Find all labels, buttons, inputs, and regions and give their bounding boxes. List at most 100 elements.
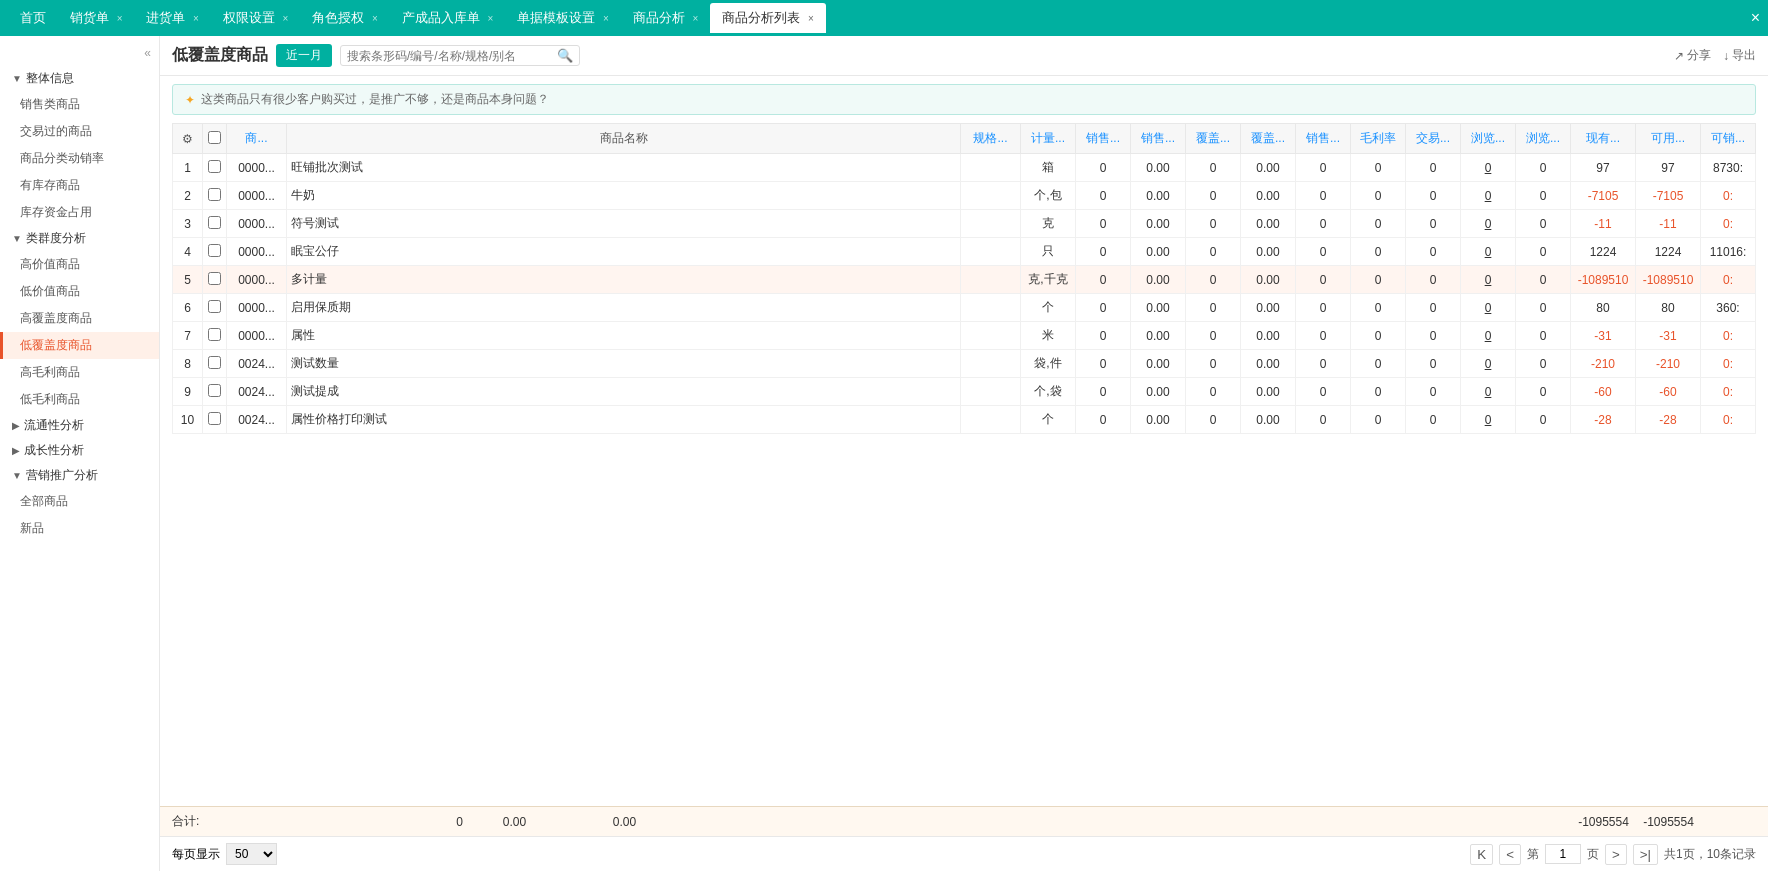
col-sales-qty[interactable]: 销售... [1076, 124, 1131, 154]
sidebar-collapse-btn[interactable]: « [0, 44, 159, 66]
row-checkbox[interactable] [203, 182, 227, 210]
sidebar-item-high-margin[interactable]: 高毛利商品 [0, 359, 159, 386]
col-settings[interactable]: ⚙ [173, 124, 203, 154]
sidebar-item-all-goods[interactable]: 全部商品 [0, 488, 159, 515]
nav-tab-product-in[interactable]: 产成品入库单 × [390, 3, 505, 33]
col-cov1[interactable]: 覆盖... [1186, 124, 1241, 154]
sidebar-section-marketing[interactable]: ▼ 营销推广分析 [0, 463, 159, 488]
nav-tab-sales[interactable]: 销货单 × [58, 3, 134, 33]
row-select-checkbox[interactable] [208, 216, 221, 229]
row-select-checkbox[interactable] [208, 300, 221, 313]
row-select-checkbox[interactable] [208, 160, 221, 173]
share-button[interactable]: ↗ 分享 [1674, 47, 1711, 64]
search-input[interactable] [347, 49, 557, 63]
row-browse1[interactable]: 0 [1461, 266, 1516, 294]
per-page-area: 每页显示 20 50 100 200 [172, 843, 277, 865]
row-browse1[interactable]: 0 [1461, 294, 1516, 322]
prev-page-button[interactable]: < [1499, 844, 1521, 865]
nav-tab-home[interactable]: 首页 [8, 3, 58, 33]
close-template-tab[interactable]: × [603, 13, 609, 24]
row-browse1[interactable]: 0 [1461, 378, 1516, 406]
row-select-checkbox[interactable] [208, 188, 221, 201]
row-code: 0000... [227, 266, 287, 294]
row-select-checkbox[interactable] [208, 244, 221, 257]
sidebar-item-low-margin[interactable]: 低毛利商品 [0, 386, 159, 413]
sidebar-section-circulation[interactable]: ▶ 流通性分析 [0, 413, 159, 438]
row-browse1[interactable]: 0 [1461, 406, 1516, 434]
col-available[interactable]: 可用... [1636, 124, 1701, 154]
row-select-checkbox[interactable] [208, 412, 221, 425]
row-select-checkbox[interactable] [208, 384, 221, 397]
row-checkbox[interactable] [203, 154, 227, 182]
sidebar-section-cluster[interactable]: ▼ 类群度分析 [0, 226, 159, 251]
row-checkbox[interactable] [203, 266, 227, 294]
row-cov1: 0 [1186, 294, 1241, 322]
sidebar-section-growth[interactable]: ▶ 成长性分析 [0, 438, 159, 463]
row-select-checkbox[interactable] [208, 328, 221, 341]
col-current[interactable]: 现有... [1571, 124, 1636, 154]
close-all-tabs[interactable]: × [1751, 9, 1760, 27]
row-checkbox[interactable] [203, 238, 227, 266]
date-filter-button[interactable]: 近一月 [276, 44, 332, 67]
row-cov1: 0 [1186, 378, 1241, 406]
nav-tab-permissions[interactable]: 权限设置 × [211, 3, 300, 33]
row-code: 0024... [227, 378, 287, 406]
row-checkbox[interactable] [203, 350, 227, 378]
sidebar-item-traded-goods[interactable]: 交易过的商品 [0, 118, 159, 145]
row-checkbox[interactable] [203, 322, 227, 350]
col-sales-amt[interactable]: 销售... [1131, 124, 1186, 154]
row-browse1[interactable]: 0 [1461, 154, 1516, 182]
col-gross-margin[interactable]: 毛利率 [1351, 124, 1406, 154]
col-code[interactable]: 商... [227, 124, 287, 154]
row-checkbox[interactable] [203, 294, 227, 322]
sidebar-item-low-value[interactable]: 低价值商品 [0, 278, 159, 305]
close-sales-tab[interactable]: × [117, 13, 123, 24]
sidebar-item-high-value[interactable]: 高价值商品 [0, 251, 159, 278]
select-all-checkbox[interactable] [208, 131, 221, 144]
close-analysis-list-tab[interactable]: × [808, 13, 814, 24]
col-transaction[interactable]: 交易... [1406, 124, 1461, 154]
settings-icon[interactable]: ⚙ [182, 132, 193, 146]
close-analysis-tab[interactable]: × [692, 13, 698, 24]
sidebar-item-high-coverage[interactable]: 高覆盖度商品 [0, 305, 159, 332]
export-button[interactable]: ↓ 导出 [1723, 47, 1756, 64]
page-input[interactable] [1545, 844, 1581, 864]
nav-tab-role[interactable]: 角色授权 × [300, 3, 389, 33]
first-page-button[interactable]: K [1470, 844, 1493, 865]
last-page-button[interactable]: >| [1633, 844, 1658, 865]
next-page-button[interactable]: > [1605, 844, 1627, 865]
nav-tab-analysis[interactable]: 商品分析 × [621, 3, 710, 33]
col-browse2[interactable]: 浏览... [1516, 124, 1571, 154]
close-permissions-tab[interactable]: × [283, 13, 289, 24]
col-saleable[interactable]: 可销... [1701, 124, 1756, 154]
close-purchase-tab[interactable]: × [193, 13, 199, 24]
row-select-checkbox[interactable] [208, 356, 221, 369]
col-cov2[interactable]: 覆盖... [1241, 124, 1296, 154]
sidebar-item-sales-goods[interactable]: 销售类商品 [0, 91, 159, 118]
col-unit[interactable]: 计量... [1021, 124, 1076, 154]
close-role-tab[interactable]: × [372, 13, 378, 24]
row-browse1[interactable]: 0 [1461, 350, 1516, 378]
close-product-in-tab[interactable]: × [488, 13, 494, 24]
row-browse1[interactable]: 0 [1461, 210, 1516, 238]
row-checkbox[interactable] [203, 406, 227, 434]
row-select-checkbox[interactable] [208, 272, 221, 285]
row-browse1[interactable]: 0 [1461, 322, 1516, 350]
col-spec[interactable]: 规格... [961, 124, 1021, 154]
sidebar-item-capital-usage[interactable]: 库存资金占用 [0, 199, 159, 226]
col-browse1[interactable]: 浏览... [1461, 124, 1516, 154]
sidebar-item-category-rate[interactable]: 商品分类动销率 [0, 145, 159, 172]
nav-tab-purchase[interactable]: 进货单 × [134, 3, 210, 33]
sidebar-item-low-coverage[interactable]: 低覆盖度商品 [0, 332, 159, 359]
row-checkbox[interactable] [203, 210, 227, 238]
nav-tab-analysis-list[interactable]: 商品分析列表 × [710, 3, 825, 33]
sidebar-section-overall[interactable]: ▼ 整体信息 [0, 66, 159, 91]
col-sales-count[interactable]: 销售... [1296, 124, 1351, 154]
row-checkbox[interactable] [203, 378, 227, 406]
per-page-select[interactable]: 20 50 100 200 [226, 843, 277, 865]
sidebar-item-new-goods[interactable]: 新品 [0, 515, 159, 542]
nav-tab-template[interactable]: 单据模板设置 × [505, 3, 620, 33]
sidebar-item-stock-goods[interactable]: 有库存商品 [0, 172, 159, 199]
row-browse1[interactable]: 0 [1461, 182, 1516, 210]
row-browse1[interactable]: 0 [1461, 238, 1516, 266]
